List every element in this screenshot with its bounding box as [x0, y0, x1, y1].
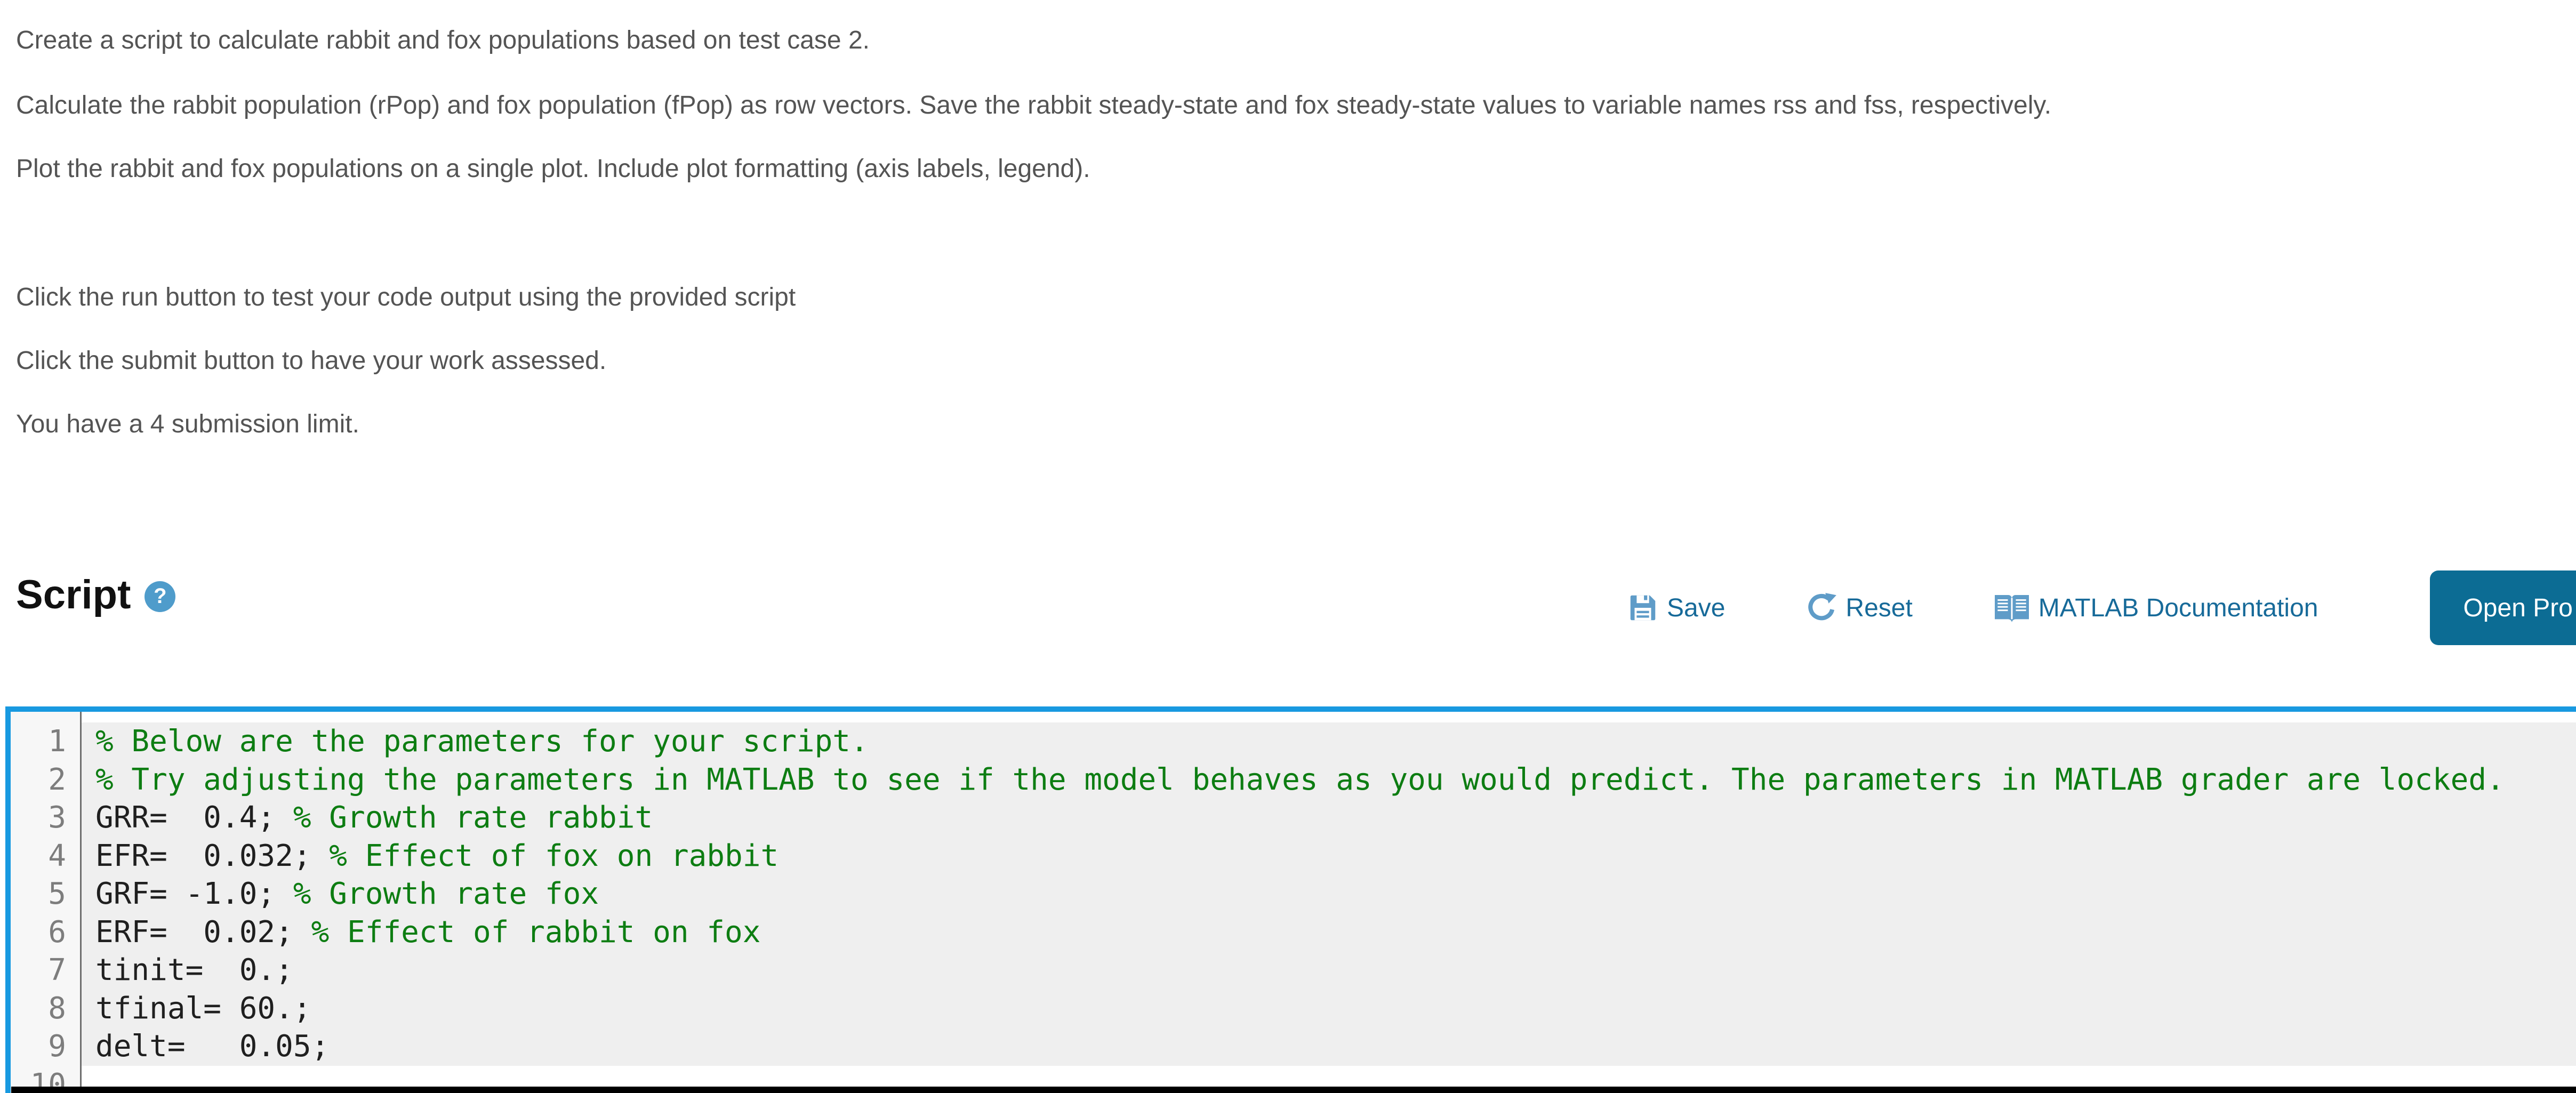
- open-book-icon: [1993, 591, 2031, 625]
- reset-button[interactable]: Reset: [1805, 590, 1912, 625]
- code-line: EFR= 0.032; % Effect of fox on rabbit: [82, 837, 2576, 875]
- line-number: 8: [11, 990, 80, 1028]
- save-label: Save: [1667, 593, 1725, 623]
- reset-label: Reset: [1845, 593, 1912, 623]
- code-line: % Try adjusting the parameters in MATLAB…: [82, 761, 2576, 799]
- code-line: GRR= 0.4; % Growth rate rabbit: [82, 799, 2576, 837]
- line-number: 4: [11, 837, 80, 875]
- editor-toolbar: Save Reset MATLAB Docu: [1626, 570, 2576, 645]
- line-number-gutter: 1 2 3 4 5 6 7 8 9 10: [11, 712, 82, 1093]
- line-number: 9: [11, 1027, 80, 1066]
- save-button[interactable]: Save: [1626, 590, 1725, 626]
- instruction-paragraph: Click the run button to test your code o…: [16, 282, 796, 314]
- code-line: GRF= -1.0; % Growth rate fox: [82, 875, 2576, 913]
- line-number: 2: [11, 761, 80, 799]
- help-icon[interactable]: ?: [145, 581, 175, 612]
- code-line: % Below are the parameters for your scri…: [82, 722, 2576, 761]
- line-number: 1: [11, 722, 80, 761]
- line-number: 5: [11, 875, 80, 913]
- instruction-paragraph: You have a 4 submission limit.: [16, 408, 359, 440]
- page-title: Script: [16, 572, 131, 618]
- line-number: 7: [11, 951, 80, 990]
- matlab-documentation-link[interactable]: MATLAB Documentation: [1993, 591, 2318, 625]
- instruction-paragraph: Click the submit button to have your wor…: [16, 345, 606, 377]
- editor-bottom-scrollbar[interactable]: [11, 1087, 2576, 1093]
- reset-refresh-icon: [1805, 590, 1838, 625]
- code-line: tfinal= 60.;: [82, 990, 2576, 1028]
- code-line: delt= 0.05;: [82, 1027, 2576, 1066]
- code-line: ERF= 0.02; % Effect of rabbit on fox: [82, 913, 2576, 952]
- line-number: 3: [11, 799, 80, 837]
- instruction-paragraph: Plot the rabbit and fox populations on a…: [16, 153, 1090, 185]
- code-editor[interactable]: 1 2 3 4 5 6 7 8 9 10 % Below are the par…: [5, 706, 2576, 1093]
- script-section-header: Script ?: [16, 572, 175, 618]
- code-line: tinit= 0.;: [82, 951, 2576, 990]
- matlab-documentation-label: MATLAB Documentation: [2039, 593, 2318, 623]
- instruction-paragraph: Create a script to calculate rabbit and …: [16, 25, 870, 57]
- instruction-paragraph: Calculate the rabbit population (rPop) a…: [16, 90, 2051, 122]
- line-number: 6: [11, 913, 80, 952]
- save-floppy-icon: [1626, 590, 1659, 626]
- code-area[interactable]: % Below are the parameters for your scri…: [82, 712, 2576, 1093]
- open-product-button[interactable]: Open Pro: [2430, 570, 2576, 645]
